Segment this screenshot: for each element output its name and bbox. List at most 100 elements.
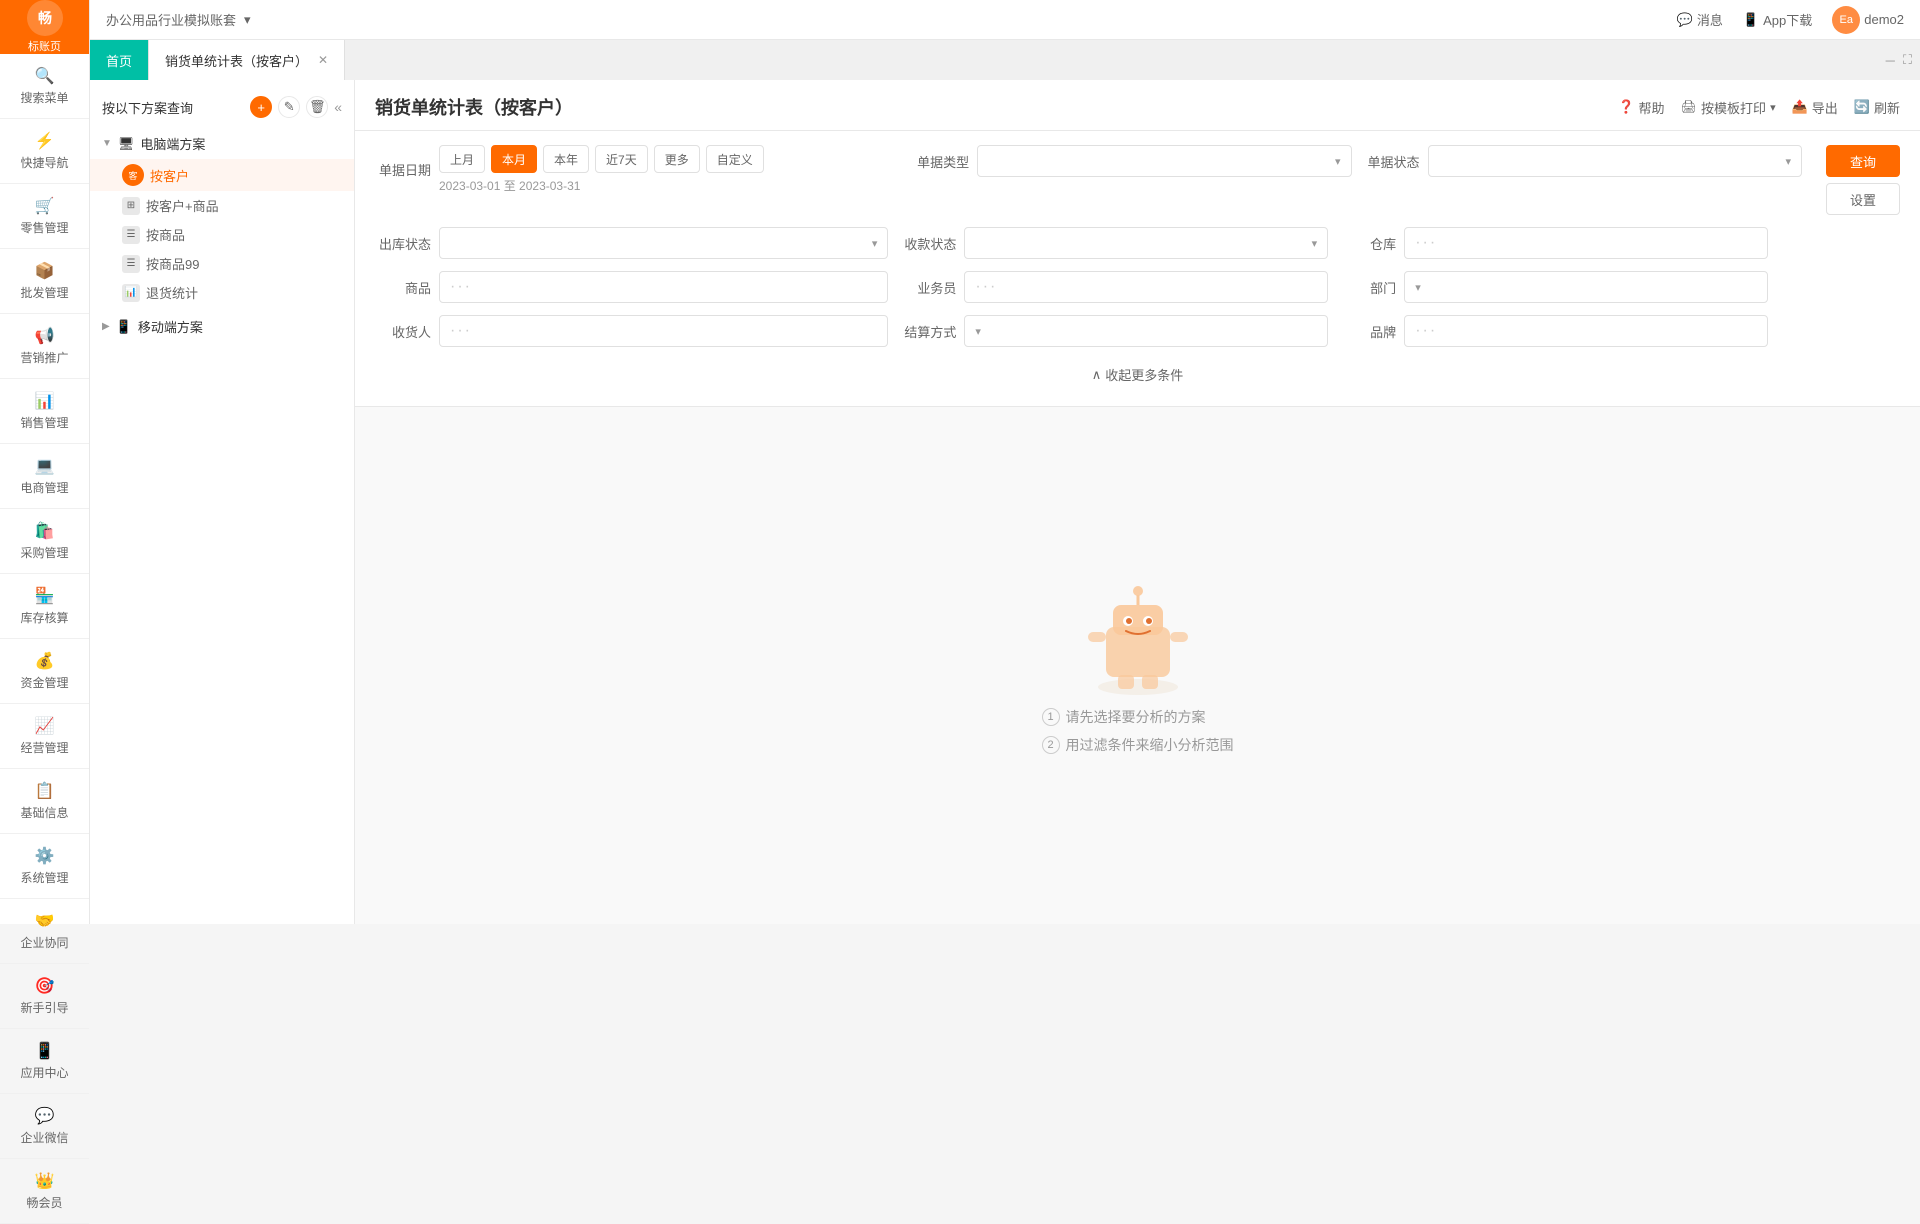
sidebar-item-quicknav[interactable]: ⚡ 快捷导航: [0, 119, 89, 184]
add-scheme-button[interactable]: +: [250, 96, 272, 118]
user-profile-button[interactable]: Ea demo2: [1832, 6, 1904, 34]
finance-icon: 💰: [0, 651, 89, 671]
brand-select[interactable]: ···: [1404, 315, 1768, 347]
receive-status-chevron-icon: ▾: [1312, 237, 1318, 250]
tree-parent-pc[interactable]: ▼ 🖥 电脑端方案: [90, 128, 354, 159]
logo-icon: 畅: [27, 0, 63, 36]
sidebar-item-marketing[interactable]: 📢 营销推广: [0, 314, 89, 379]
empty-state: 1 请先选择要分析的方案 2 用过滤条件来缩小分析范围: [1042, 577, 1234, 755]
product99-scheme-icon: ☰: [122, 255, 140, 273]
tab-home[interactable]: 首页: [90, 40, 149, 80]
message-button[interactable]: 💬 消息: [1677, 10, 1723, 29]
sidebar-item-appstore[interactable]: 📱 应用中心: [0, 1029, 89, 1094]
setting-button[interactable]: 设置: [1826, 183, 1900, 215]
sidebar-item-operation[interactable]: 📈 经营管理: [0, 704, 89, 769]
tree-child-by-customer[interactable]: 客 按客户: [90, 159, 354, 191]
salesperson-dots-icon: ···: [975, 278, 997, 296]
industry-label: 办公用品行业模拟账套: [106, 10, 236, 29]
order-type-select[interactable]: ▾: [977, 145, 1351, 177]
template-print-button[interactable]: 🖨 按模板打印 ▾: [1681, 98, 1776, 117]
refresh-icon: 🔄: [1854, 99, 1870, 115]
salesperson-select[interactable]: ···: [964, 271, 1328, 303]
settlement-label: 结算方式: [900, 322, 956, 341]
order-status-select[interactable]: ▾: [1428, 145, 1802, 177]
system-icon: ⚙️: [0, 846, 89, 866]
dropdown-arrow-icon[interactable]: ▾: [244, 12, 251, 28]
query-button[interactable]: 查询: [1826, 145, 1900, 177]
collapse-filter-button[interactable]: ∧ 收起更多条件: [375, 357, 1900, 392]
department-select[interactable]: ▾: [1404, 271, 1768, 303]
empty-state-icon: [1078, 577, 1198, 697]
collapse-up-icon: ∧: [1092, 367, 1102, 383]
member-icon: 👑: [0, 1171, 89, 1191]
delete-scheme-button[interactable]: 🗑: [306, 96, 328, 118]
header-right: 💬 消息 📱 App下载 Ea demo2: [1677, 6, 1904, 34]
app-download-button[interactable]: 📱 App下载: [1743, 10, 1812, 29]
sidebar-item-member[interactable]: 👑 畅会员: [0, 1159, 89, 1224]
sidebar-item-inventory[interactable]: 🏪 库存核算: [0, 574, 89, 639]
sidebar-item-sales[interactable]: 📊 销售管理: [0, 379, 89, 444]
brand-dots-icon: ···: [1415, 322, 1437, 340]
department-chevron-icon: ▾: [1415, 281, 1421, 294]
export-button[interactable]: 📤 导出: [1792, 98, 1838, 117]
sidebar-item-newbie[interactable]: 🎯 新手引导: [0, 964, 89, 1029]
help-button[interactable]: ❓ 帮助: [1618, 98, 1664, 117]
recipient-dots-icon: ···: [450, 322, 472, 340]
sidebar-item-wechat[interactable]: 💬 企业微信: [0, 1094, 89, 1159]
date-btn-this-year[interactable]: 本年: [543, 145, 589, 173]
sidebar-item-purchase[interactable]: 🛍️ 采购管理: [0, 509, 89, 574]
tab-close-icon[interactable]: ✕: [318, 53, 328, 67]
out-status-select[interactable]: ▾: [439, 227, 888, 259]
date-btn-last-month[interactable]: 上月: [439, 145, 485, 173]
tree-parent-mobile[interactable]: ▶ 📱 移动端方案: [90, 311, 354, 342]
date-range-display: 2023-03-01 至 2023-03-31: [439, 177, 764, 194]
customer-product-scheme-icon: ⊞: [122, 197, 140, 215]
main-area: 办公用品行业模拟账套 ▾ 💬 消息 📱 App下载 Ea demo2 首页: [90, 0, 1920, 924]
logo-area: 畅 标账页: [0, 0, 89, 54]
tab-bar: 首页 销货单统计表（按客户） ✕ ─ ⛶: [90, 40, 1920, 80]
purchase-icon: 🛍️: [0, 521, 89, 541]
tree-child-by-product-99[interactable]: ☰ 按商品99: [90, 249, 354, 278]
date-btn-custom[interactable]: 自定义: [706, 145, 764, 173]
tree-child-return-stat[interactable]: 📊 退货统计: [90, 278, 354, 307]
window-maximize-icon[interactable]: ⛶: [1903, 52, 1912, 68]
product-dots-icon: ···: [450, 278, 472, 296]
sidebar-item-company[interactable]: 🤝 企业协同: [0, 899, 89, 964]
order-type-label: 单据类型: [913, 152, 969, 171]
date-btn-more[interactable]: 更多: [654, 145, 700, 173]
pc-icon: 🖥: [118, 136, 135, 152]
receive-status-select[interactable]: ▾: [964, 227, 1328, 259]
date-btn-this-month[interactable]: 本月: [491, 145, 537, 173]
edit-scheme-button[interactable]: ✎: [278, 96, 300, 118]
tree-child-by-product[interactable]: ☰ 按商品: [90, 220, 354, 249]
company-icon: 🤝: [0, 911, 89, 931]
wechat-icon: 💬: [0, 1106, 89, 1126]
warehouse-select[interactable]: ···: [1404, 227, 1768, 259]
tab-sales-stat[interactable]: 销货单统计表（按客户） ✕: [149, 40, 345, 80]
sidebar-item-wholesale[interactable]: 📦 批发管理: [0, 249, 89, 314]
filter-area: 单据日期 上月 本月 本年 近7天 更多 自定义 2023-03-01 至 20…: [355, 131, 1920, 407]
product-select[interactable]: ···: [439, 271, 888, 303]
sidebar-item-system[interactable]: ⚙️ 系统管理: [0, 834, 89, 899]
sidebar-item-basic[interactable]: 📋 基础信息: [0, 769, 89, 834]
date-btn-7days[interactable]: 近7天: [595, 145, 648, 173]
page-title-bar: 销货单统计表（按客户） ❓ 帮助 🖨 按模板打印 ▾ 📤 导出: [355, 80, 1920, 131]
order-status-label: 单据状态: [1364, 152, 1420, 171]
sidebar-item-finance[interactable]: 💰 资金管理: [0, 639, 89, 704]
warehouse-dots-icon: ···: [1415, 234, 1437, 252]
operation-icon: 📈: [0, 716, 89, 736]
collapse-panel-button[interactable]: «: [334, 99, 342, 115]
print-icon: 🖨: [1681, 99, 1698, 115]
help-icon: ❓: [1618, 99, 1634, 115]
app-icon: 📱: [1743, 12, 1759, 28]
sidebar-item-retail[interactable]: 🛒 零售管理: [0, 184, 89, 249]
sidebar-item-ecommerce[interactable]: 💻 电商管理: [0, 444, 89, 509]
tree-child-by-customer-product[interactable]: ⊞ 按客户+商品: [90, 191, 354, 220]
window-minimize-icon[interactable]: ─: [1886, 53, 1895, 68]
refresh-button[interactable]: 🔄 刷新: [1854, 98, 1900, 117]
left-panel: 按以下方案查询 + ✎ 🗑 « ▼ 🖥 电脑端方案 客 按客户: [90, 80, 355, 924]
recipient-select[interactable]: ···: [439, 315, 888, 347]
sidebar-item-search[interactable]: 🔍 搜索菜单: [0, 54, 89, 119]
settlement-select[interactable]: ▾: [964, 315, 1328, 347]
header-left: 办公用品行业模拟账套 ▾: [106, 10, 251, 29]
